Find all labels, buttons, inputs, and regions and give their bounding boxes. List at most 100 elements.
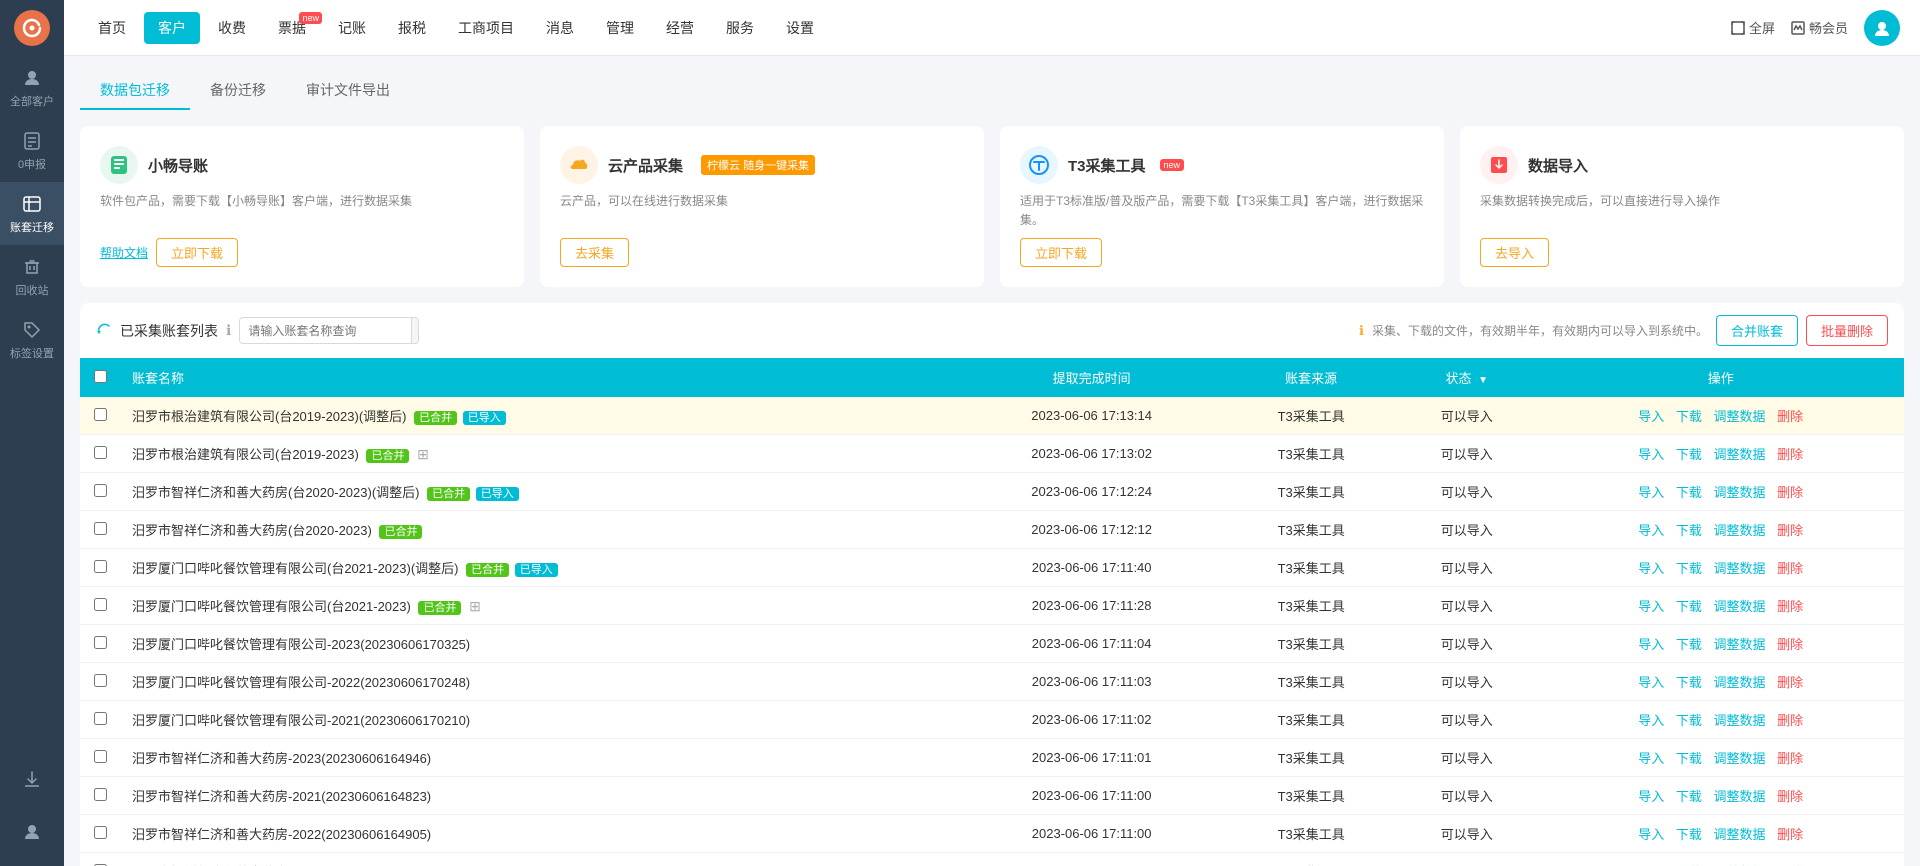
delete-btn[interactable]: 删除 [1773,748,1807,767]
import-btn[interactable]: 导入 [1634,596,1668,615]
select-all-checkbox[interactable] [94,370,107,383]
delete-btn[interactable]: 删除 [1773,482,1807,501]
nav-biz[interactable]: 工商项目 [444,12,528,44]
adjust-btn[interactable]: 调整数据 [1710,862,1770,866]
avatar[interactable] [1864,10,1900,46]
row-checkbox[interactable] [94,408,107,421]
import-btn[interactable]: 导入 [1634,406,1668,425]
download-btn[interactable]: 下载 [1672,482,1706,501]
row-checkbox[interactable] [94,750,107,763]
import-btn[interactable]: 导入 [1634,786,1668,805]
adjust-btn[interactable]: 调整数据 [1710,444,1770,463]
download-btn[interactable]: 下载 [1672,748,1706,767]
import-btn[interactable]: 导入 [1634,482,1668,501]
adjust-btn[interactable]: 调整数据 [1710,406,1770,425]
sidebar-item-zero-report[interactable]: 0申报 [0,119,64,182]
vip-btn[interactable]: 畅会员 [1791,18,1848,37]
adjust-btn[interactable]: 调整数据 [1710,748,1770,767]
download-btn[interactable]: 下载 [1672,558,1706,577]
row-checkbox[interactable] [94,484,107,497]
sidebar-item-tag-settings[interactable]: 标签设置 [0,308,64,371]
row-checkbox[interactable] [94,522,107,535]
search-button[interactable] [411,318,419,343]
search-input[interactable] [240,319,411,343]
download-btn[interactable]: 下载 [1672,406,1706,425]
download-btn[interactable]: 下载 [1672,862,1706,866]
import-btn[interactable]: 导入 [1634,520,1668,539]
adjust-btn[interactable]: 调整数据 [1710,786,1770,805]
import-btn[interactable]: 导入 [1634,444,1668,463]
delete-btn[interactable]: 删除 [1773,406,1807,425]
nav-message[interactable]: 消息 [532,12,588,44]
fullscreen-btn[interactable]: 全屏 [1731,18,1775,37]
download-btn[interactable]: 下载 [1672,520,1706,539]
nav-home[interactable]: 首页 [84,12,140,44]
xiaochu-download-btn[interactable]: 立即下载 [156,238,238,267]
nav-invoice[interactable]: 票据 new [264,12,320,44]
dataimport-btn[interactable]: 去导入 [1480,238,1549,267]
delete-btn[interactable]: 删除 [1773,634,1807,653]
adjust-btn[interactable]: 调整数据 [1710,482,1770,501]
download-btn[interactable]: 下载 [1672,634,1706,653]
adjust-btn[interactable]: 调整数据 [1710,596,1770,615]
row-checkbox[interactable] [94,826,107,839]
row-checkbox[interactable] [94,598,107,611]
import-btn[interactable]: 导入 [1634,710,1668,729]
delete-btn[interactable]: 删除 [1773,824,1807,843]
delete-btn[interactable]: 删除 [1773,444,1807,463]
row-checkbox[interactable] [94,636,107,649]
nav-bookkeeping[interactable]: 记账 [324,12,380,44]
sidebar-item-account-migrate[interactable]: 账套迁移 [0,182,64,245]
download-btn[interactable]: 下载 [1672,786,1706,805]
sidebar-download-btn[interactable] [20,757,44,804]
sidebar-user-btn[interactable] [20,809,44,856]
import-btn[interactable]: 导入 [1634,558,1668,577]
row-checkbox[interactable] [94,674,107,687]
row-checkbox[interactable] [94,560,107,573]
adjust-btn[interactable]: 调整数据 [1710,558,1770,577]
import-btn[interactable]: 导入 [1634,634,1668,653]
delete-btn[interactable]: 删除 [1773,862,1807,866]
download-btn[interactable]: 下载 [1672,444,1706,463]
cloud-collect-btn[interactable]: 去采集 [560,238,629,267]
delete-btn[interactable]: 删除 [1773,710,1807,729]
nav-clients[interactable]: 客户 [144,12,200,44]
delete-btn[interactable]: 删除 [1773,596,1807,615]
adjust-btn[interactable]: 调整数据 [1710,520,1770,539]
delete-btn[interactable]: 删除 [1773,672,1807,691]
download-btn[interactable]: 下载 [1672,824,1706,843]
import-btn[interactable]: 导入 [1634,672,1668,691]
tab-backup-migrate[interactable]: 备份迁移 [190,72,286,110]
nav-tax[interactable]: 报税 [384,12,440,44]
help-icon[interactable]: ℹ [226,322,231,339]
import-btn[interactable]: 导入 [1634,748,1668,767]
nav-settings[interactable]: 设置 [772,12,828,44]
delete-btn[interactable]: 删除 [1773,786,1807,805]
nav-operation[interactable]: 经营 [652,12,708,44]
download-btn[interactable]: 下载 [1672,710,1706,729]
t3-download-btn[interactable]: 立即下载 [1020,238,1102,267]
nav-billing[interactable]: 收费 [204,12,260,44]
adjust-btn[interactable]: 调整数据 [1710,672,1770,691]
adjust-btn[interactable]: 调整数据 [1710,634,1770,653]
delete-btn[interactable]: 删除 [1773,558,1807,577]
refresh-icon[interactable] [96,323,112,339]
sidebar-item-recycle[interactable]: 回收站 [0,245,64,308]
merge-accounts-btn[interactable]: 合并账套 [1716,315,1798,346]
nav-service[interactable]: 服务 [712,12,768,44]
tab-data-migrate[interactable]: 数据包迁移 [80,72,190,110]
help-doc-link[interactable]: 帮助文档 [100,244,148,261]
adjust-btn[interactable]: 调整数据 [1710,824,1770,843]
nav-management[interactable]: 管理 [592,12,648,44]
tab-audit-export[interactable]: 审计文件导出 [286,72,410,110]
import-btn[interactable]: 导入 [1634,824,1668,843]
delete-btn[interactable]: 删除 [1773,520,1807,539]
row-checkbox[interactable] [94,788,107,801]
adjust-btn[interactable]: 调整数据 [1710,710,1770,729]
row-checkbox[interactable] [94,446,107,459]
download-btn[interactable]: 下载 [1672,596,1706,615]
import-btn[interactable]: 导入 [1634,862,1668,866]
sidebar-item-all-clients[interactable]: 全部客户 [0,56,64,119]
header-status[interactable]: 状态 ▼ [1396,358,1537,397]
download-btn[interactable]: 下载 [1672,672,1706,691]
